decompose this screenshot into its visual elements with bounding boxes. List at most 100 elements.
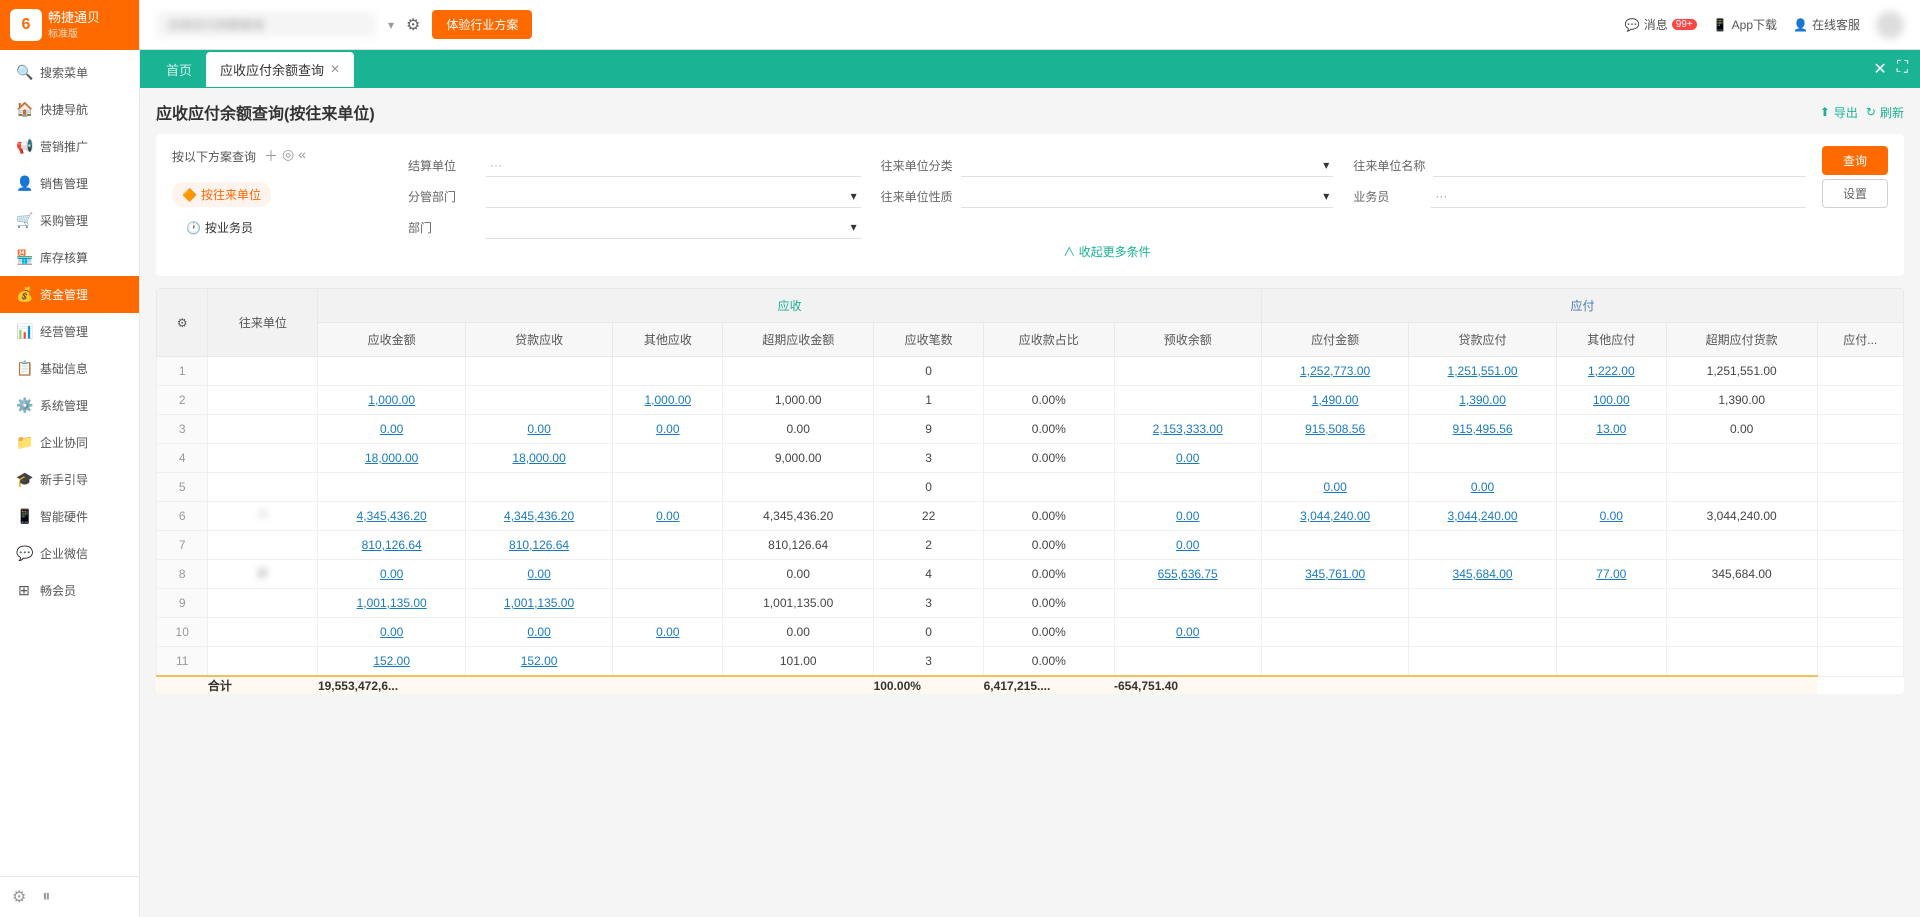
message-item[interactable]: 💬 消息 99+ bbox=[1625, 16, 1697, 33]
online-service-item[interactable]: 👤 在线客服 bbox=[1793, 16, 1860, 33]
table-cell[interactable]: 810,126.64 bbox=[318, 531, 465, 560]
table-cell[interactable]: 0.00 bbox=[1409, 473, 1556, 502]
table-cell[interactable]: 345,761.00 bbox=[1261, 560, 1408, 589]
sidebar-item-inventory[interactable]: 🏪库存核算 bbox=[0, 239, 139, 276]
table-cell[interactable] bbox=[1556, 473, 1666, 502]
table-cell[interactable]: 77.00 bbox=[1556, 560, 1666, 589]
table-cell[interactable] bbox=[1114, 357, 1261, 386]
sidebar-item-finance[interactable]: 💰资金管理 bbox=[0, 276, 139, 313]
collapse-icon[interactable]: ⏸ bbox=[42, 888, 50, 906]
table-cell[interactable] bbox=[613, 647, 723, 677]
sidebar-item-collab[interactable]: 📁企业协同 bbox=[0, 424, 139, 461]
table-cell[interactable]: 3,044,240.00 bbox=[1409, 502, 1556, 531]
table-cell[interactable]: 18,000.00 bbox=[465, 444, 612, 473]
table-cell[interactable]: 100.00 bbox=[1556, 386, 1666, 415]
table-cell[interactable] bbox=[1409, 531, 1556, 560]
sidebar-item-purchase[interactable]: 🛒采购管理 bbox=[0, 202, 139, 239]
maximize-icon[interactable]: ⛶ bbox=[1897, 59, 1908, 79]
table-cell[interactable]: 810,126.64 bbox=[465, 531, 612, 560]
table-cell[interactable]: 345,684.00 bbox=[1409, 560, 1556, 589]
table-cell[interactable] bbox=[1114, 647, 1261, 677]
table-cell[interactable] bbox=[613, 531, 723, 560]
query-button[interactable]: 查询 bbox=[1822, 146, 1888, 175]
table-cell[interactable] bbox=[613, 589, 723, 618]
table-cell[interactable] bbox=[1261, 618, 1408, 647]
table-cell[interactable]: 1,000.00 bbox=[318, 386, 465, 415]
sidebar-item-sales[interactable]: 👤销售管理 bbox=[0, 165, 139, 202]
sidebar-item-marketing[interactable]: 📢营销推广 bbox=[0, 128, 139, 165]
table-cell[interactable]: 0.00 bbox=[613, 415, 723, 444]
filter-settlement-input[interactable]: ··· bbox=[486, 154, 861, 177]
table-cell[interactable] bbox=[318, 357, 465, 386]
table-cell[interactable]: 0.00 bbox=[318, 415, 465, 444]
table-cell[interactable] bbox=[1409, 589, 1556, 618]
solution-button[interactable]: 体验行业方案 bbox=[432, 10, 532, 39]
table-cell[interactable]: 1,390.00 bbox=[1409, 386, 1556, 415]
table-cell[interactable]: 0.00 bbox=[318, 560, 465, 589]
table-cell[interactable] bbox=[1261, 589, 1408, 618]
table-cell[interactable] bbox=[1114, 386, 1261, 415]
table-cell[interactable]: 1,001,135.00 bbox=[318, 589, 465, 618]
table-cell[interactable]: 1,251,551.00 bbox=[1409, 357, 1556, 386]
table-cell[interactable] bbox=[613, 357, 723, 386]
table-cell[interactable]: 1,490.00 bbox=[1261, 386, 1408, 415]
settings-icon[interactable]: ⚙ bbox=[12, 887, 26, 907]
table-cell[interactable]: 3,044,240.00 bbox=[1261, 502, 1408, 531]
nav-by-salesperson[interactable]: 🕐 按业务员 bbox=[172, 215, 392, 240]
chevron-down-icon[interactable]: ▾ bbox=[388, 18, 394, 32]
table-cell[interactable] bbox=[318, 473, 465, 502]
export-button[interactable]: ⬆ 导出 bbox=[1820, 104, 1858, 121]
nav-by-partner[interactable]: 🔶 按往来单位 bbox=[172, 182, 271, 207]
table-cell[interactable]: 0.00 bbox=[1261, 473, 1408, 502]
table-cell[interactable] bbox=[465, 357, 612, 386]
user-avatar[interactable] bbox=[1876, 11, 1904, 39]
table-cell[interactable]: 0.00 bbox=[465, 415, 612, 444]
table-cell[interactable]: 0.00 bbox=[1556, 502, 1666, 531]
topbar-gear-icon[interactable]: ⚙ bbox=[406, 15, 420, 35]
table-cell[interactable]: 915,495.56 bbox=[1409, 415, 1556, 444]
app-download-item[interactable]: 📱 App下载 bbox=[1713, 16, 1777, 33]
table-cell[interactable]: 1,252,773.00 bbox=[1261, 357, 1408, 386]
table-cell[interactable]: 0.00 bbox=[1114, 502, 1261, 531]
table-cell[interactable]: 18,000.00 bbox=[318, 444, 465, 473]
table-cell[interactable] bbox=[1409, 444, 1556, 473]
table-cell[interactable] bbox=[613, 473, 723, 502]
filter-name-input[interactable] bbox=[1433, 154, 1806, 177]
table-cell[interactable] bbox=[613, 444, 723, 473]
close-window-icon[interactable]: ✕ bbox=[1873, 59, 1886, 79]
arrow-left-icon[interactable]: « bbox=[298, 146, 306, 166]
table-cell[interactable]: 655,636.75 bbox=[1114, 560, 1261, 589]
sidebar-item-hardware[interactable]: 📱智能硬件 bbox=[0, 498, 139, 535]
table-cell[interactable] bbox=[465, 473, 612, 502]
table-cell[interactable]: 0.00 bbox=[1114, 618, 1261, 647]
table-cell[interactable] bbox=[1261, 647, 1408, 677]
table-cell[interactable] bbox=[465, 386, 612, 415]
table-cell[interactable]: 1,000.00 bbox=[613, 386, 723, 415]
sidebar-item-member[interactable]: ⊞畅会员 bbox=[0, 572, 139, 609]
filter-sales-input[interactable]: ··· bbox=[1431, 185, 1806, 208]
table-cell[interactable] bbox=[1556, 647, 1666, 677]
tab-home[interactable]: 首页 bbox=[152, 52, 206, 87]
filter-dept-input[interactable]: ▾ bbox=[486, 185, 861, 208]
sidebar-item-basic[interactable]: 📋基础信息 bbox=[0, 350, 139, 387]
tab-close-icon[interactable]: ✕ bbox=[330, 62, 340, 76]
table-cell[interactable]: 13.00 bbox=[1556, 415, 1666, 444]
table-cell[interactable]: 915,508.56 bbox=[1261, 415, 1408, 444]
sidebar-item-operation[interactable]: 📊经营管理 bbox=[0, 313, 139, 350]
tab-balance-query[interactable]: 应收应付余额查询 ✕ bbox=[206, 52, 354, 87]
table-cell[interactable]: 0.00 bbox=[1114, 444, 1261, 473]
table-cell[interactable]: 4,345,436.20 bbox=[318, 502, 465, 531]
table-cell[interactable] bbox=[613, 560, 723, 589]
filter-section-input[interactable]: ▾ bbox=[486, 216, 861, 239]
sidebar-item-guide[interactable]: 🎓新手引导 bbox=[0, 461, 139, 498]
table-cell[interactable]: 152.00 bbox=[465, 647, 612, 677]
table-cell[interactable]: 0.00 bbox=[465, 560, 612, 589]
table-cell[interactable] bbox=[1556, 618, 1666, 647]
table-cell[interactable] bbox=[1114, 589, 1261, 618]
table-cell[interactable] bbox=[1261, 531, 1408, 560]
sidebar-item-system[interactable]: ⚙️系统管理 bbox=[0, 387, 139, 424]
table-cell[interactable]: 1,222.00 bbox=[1556, 357, 1666, 386]
table-cell[interactable]: 0.00 bbox=[318, 618, 465, 647]
table-cell[interactable] bbox=[1409, 618, 1556, 647]
setting-button[interactable]: 设置 bbox=[1822, 179, 1888, 208]
